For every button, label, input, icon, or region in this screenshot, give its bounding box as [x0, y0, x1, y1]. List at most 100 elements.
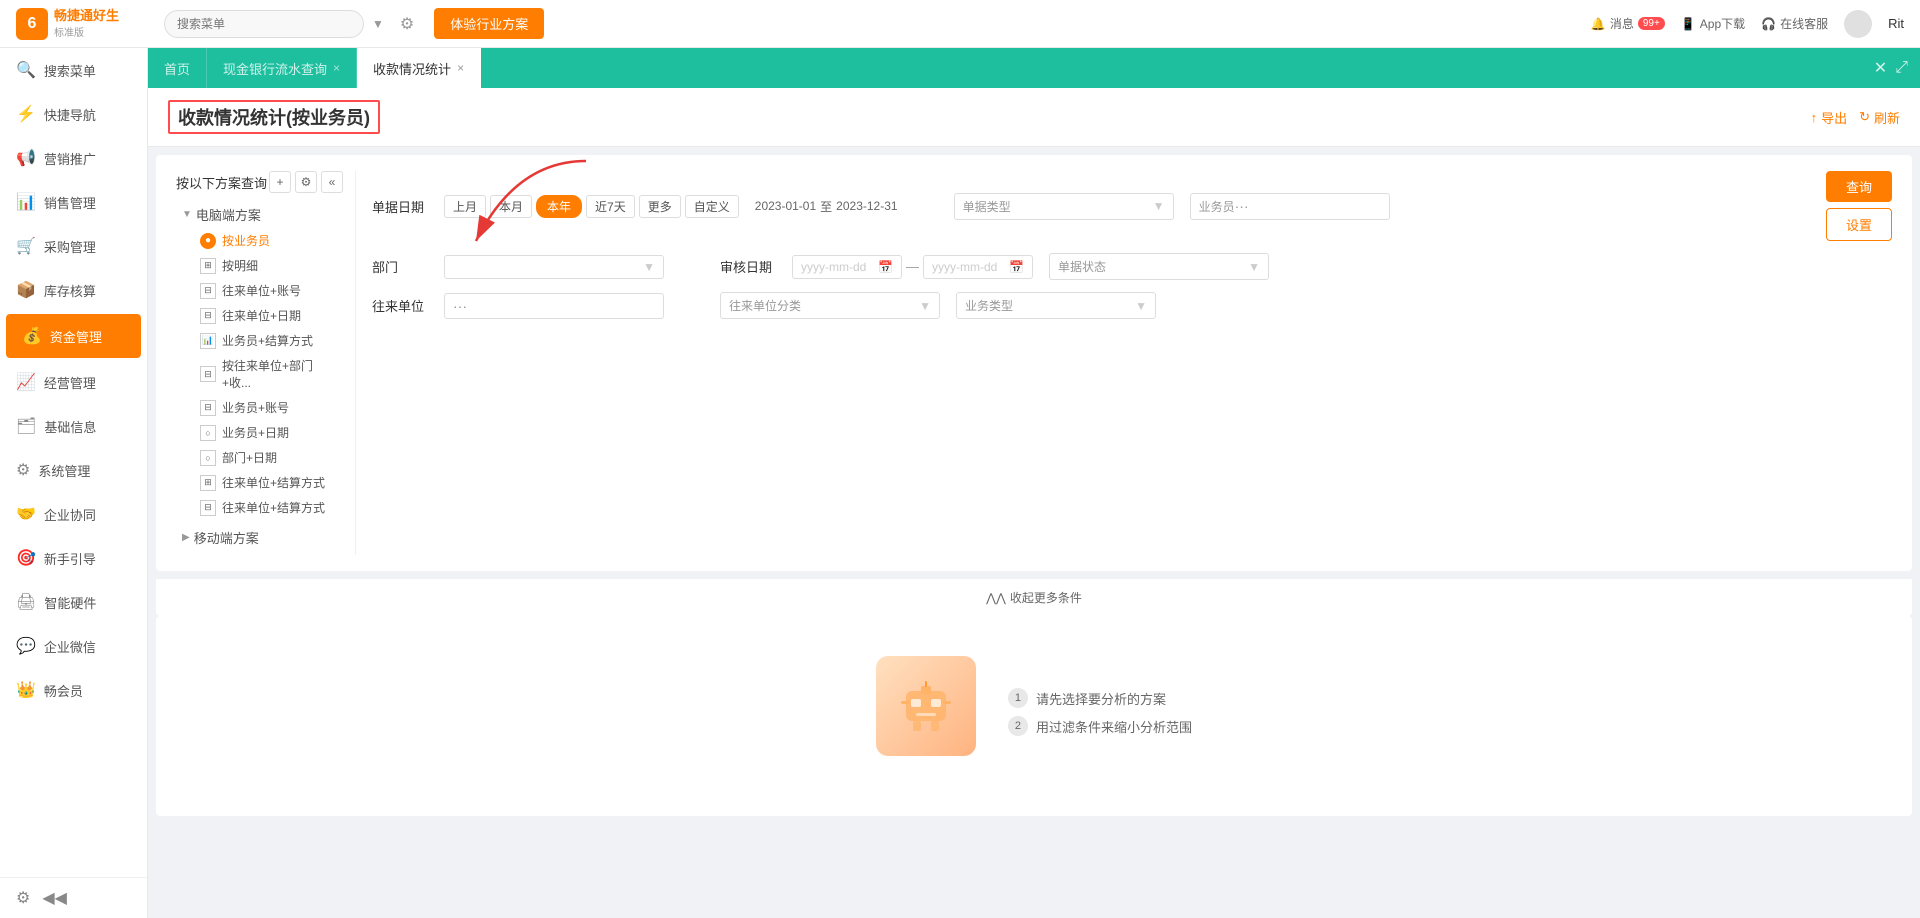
scheme-item-dept-date[interactable]: ○ 部门+日期 [192, 445, 343, 470]
user-name: Rit [1888, 16, 1904, 31]
date-this-year-btn[interactable]: 本年 [536, 195, 582, 218]
partner-label: 往来单位 [372, 296, 428, 315]
query-section-label: 按以下方案查询 [176, 173, 267, 192]
query-left-header: 按以下方案查询 + ⚙ « [176, 171, 343, 193]
refresh-button[interactable]: ↻ 刷新 [1859, 108, 1900, 127]
sidebar-item-nav[interactable]: ⚡ 快捷导航 [0, 92, 147, 136]
audit-date-to-input[interactable]: yyyy-mm-dd 📅 [923, 255, 1033, 279]
scheme-item-salesman-acct[interactable]: ⊟ 业务员+账号 [192, 395, 343, 420]
query-button[interactable]: 查询 [1826, 171, 1892, 202]
sidebar-item-inventory[interactable]: 📦 库存核算 [0, 268, 147, 312]
sidebar-item-wechat[interactable]: 💬 企业微信 [0, 624, 147, 668]
voucher-status-select[interactable]: 单据状态 ▼ [1049, 253, 1269, 280]
search-input[interactable] [164, 10, 364, 38]
sidebar-item-purchase[interactable]: 🛒 采购管理 [0, 224, 147, 268]
scheme-item-salesman[interactable]: ● 按业务员 [192, 228, 343, 253]
scheme-item-partner-account[interactable]: ⊟ 往来单位+账号 [192, 278, 343, 303]
scheme-item-salesman-settle[interactable]: 📊 业务员+结算方式 [192, 328, 343, 353]
scheme-group-desktop-header[interactable]: ▼ 电脑端方案 [176, 201, 343, 228]
scheme-item-pd-label: 往来单位+日期 [222, 307, 301, 324]
partner-category-select[interactable]: 往来单位分类 ▼ [720, 292, 940, 319]
dept-select[interactable]: ▼ [444, 255, 664, 279]
page-header: 收款情况统计(按业务员) ↑ 导出 ↻ 刷新 [148, 88, 1920, 147]
set-button[interactable]: 设置 [1826, 208, 1892, 241]
app-download-item[interactable]: 📱 App下载 [1681, 15, 1745, 32]
search-dropdown-icon[interactable]: ▼ [372, 17, 384, 31]
app-download-icon: 📱 [1681, 17, 1696, 31]
scheme-item-detail[interactable]: ⊞ 按明细 [192, 253, 343, 278]
business-type-label: 业务类型 [965, 297, 1013, 314]
tab-expand-icon[interactable]: ⤢ [1895, 59, 1908, 77]
collapse-bar[interactable]: ⋀⋀ 收起更多条件 [156, 579, 1912, 616]
add-scheme-button[interactable]: + [269, 171, 291, 193]
refresh-icon: ↻ [1859, 109, 1870, 125]
tab-cash-flow[interactable]: 现金银行流水查询 × [207, 48, 357, 88]
scheme-item-ps2-label: 往来单位+结算方式 [222, 499, 325, 516]
scheme-item-partner-dept[interactable]: ⊟ 按往来单位+部门+收... [192, 353, 343, 395]
audit-date-from-placeholder: yyyy-mm-dd [801, 260, 866, 274]
trial-button[interactable]: 体验行业方案 [434, 8, 544, 39]
sidebar-bottom: ⚙ ◀◀ [0, 877, 147, 918]
salesman-select[interactable]: 业务员 ··· [1190, 193, 1390, 220]
scheme-item-salesman-date[interactable]: ○ 业务员+日期 [192, 420, 343, 445]
tab-controls: ✕ ⤢ [1862, 48, 1920, 88]
date-custom-btn[interactable]: 自定义 [685, 195, 739, 218]
export-icon: ↑ [1811, 110, 1818, 125]
export-label: 导出 [1821, 108, 1847, 127]
sidebar-item-system[interactable]: ⚙ 系统管理 [0, 448, 147, 492]
collapse-scheme-button[interactable]: « [321, 171, 343, 193]
date-more-btn[interactable]: 更多 [639, 195, 681, 218]
sidebar-item-collab[interactable]: 🤝 企业协同 [0, 492, 147, 536]
sidebar-label-system: 系统管理 [38, 461, 90, 480]
sidebar-collapse-icon[interactable]: ◀◀ [42, 888, 67, 908]
tab-receipt-stats[interactable]: 收款情况统计 × [357, 48, 481, 88]
partner-select[interactable]: ··· [444, 293, 664, 319]
query-left-actions: + ⚙ « [269, 171, 343, 193]
notification-item[interactable]: 🔔 消息 99+ [1591, 15, 1665, 32]
sidebar-item-hardware[interactable]: 🖨 智能硬件 [0, 580, 147, 624]
online-service-item[interactable]: 🎧 在线客服 [1761, 15, 1828, 32]
logo-area: 6 畅捷通好生 标准版 [16, 8, 164, 40]
scheme-group-mobile-header[interactable]: ▶ 移动端方案 [176, 524, 343, 551]
inventory-icon: 📦 [16, 280, 36, 300]
tab-receipt-stats-close[interactable]: × [457, 61, 464, 75]
sidebar-gear-icon[interactable]: ⚙ [16, 888, 30, 908]
sidebar-label-finance: 资金管理 [50, 327, 102, 346]
sidebar-item-sales[interactable]: 📊 销售管理 [0, 180, 147, 224]
sales-icon: 📊 [16, 192, 36, 212]
scheme-item-partner-settle2[interactable]: ⊟ 往来单位+结算方式 [192, 495, 343, 520]
sidebar-item-operations[interactable]: 📈 经营管理 [0, 360, 147, 404]
scheme-item-partner-date[interactable]: ⊟ 往来单位+日期 [192, 303, 343, 328]
partner-more-icon[interactable]: ··· [453, 298, 467, 314]
voucher-type-select[interactable]: 单据类型 ▼ [954, 193, 1174, 220]
voucher-type-label: 单据类型 [963, 198, 1011, 215]
scheme-item-partner-settle1[interactable]: ⊞ 往来单位+结算方式 [192, 470, 343, 495]
refresh-label: 刷新 [1874, 108, 1900, 127]
sidebar-item-search[interactable]: 🔍 搜索菜单 [0, 48, 147, 92]
sidebar-label-nav: 快捷导航 [44, 105, 96, 124]
audit-date-from-input[interactable]: yyyy-mm-dd 📅 [792, 255, 902, 279]
sidebar-item-basic-info[interactable]: 🗂 基础信息 [0, 404, 147, 448]
sidebar-label-guide: 新手引导 [44, 549, 96, 568]
scheme-settings-button[interactable]: ⚙ [295, 171, 317, 193]
tab-cash-flow-close[interactable]: × [333, 61, 340, 75]
settings-icon[interactable]: ⚙ [400, 14, 414, 34]
date-7days-btn[interactable]: 近7天 [586, 195, 635, 218]
audit-date-to-icon: 📅 [1009, 260, 1024, 274]
sidebar-item-marketing[interactable]: 📢 营销推广 [0, 136, 147, 180]
user-avatar[interactable] [1844, 10, 1872, 38]
date-to: 2023-12-31 [836, 199, 897, 213]
salesman-more-icon[interactable]: ··· [1235, 198, 1249, 214]
tab-home[interactable]: 首页 [148, 48, 207, 88]
sidebar-item-member[interactable]: 👑 畅会员 [0, 668, 147, 712]
business-type-select[interactable]: 业务类型 ▼ [956, 292, 1156, 319]
date-last-month-btn[interactable]: 上月 [444, 195, 486, 218]
date-this-month-btn[interactable]: 本月 [490, 195, 532, 218]
sidebar-label-basic-info: 基础信息 [44, 417, 96, 436]
export-button[interactable]: ↑ 导出 [1811, 108, 1848, 127]
sidebar-item-guide[interactable]: 🎯 新手引导 [0, 536, 147, 580]
tab-close-window-icon[interactable]: ✕ [1874, 58, 1887, 78]
salesman-label: 业务员 [1199, 198, 1235, 215]
sidebar-item-finance[interactable]: 💰 资金管理 [6, 314, 141, 358]
voucher-type-dropdown-icon: ▼ [1153, 199, 1165, 213]
